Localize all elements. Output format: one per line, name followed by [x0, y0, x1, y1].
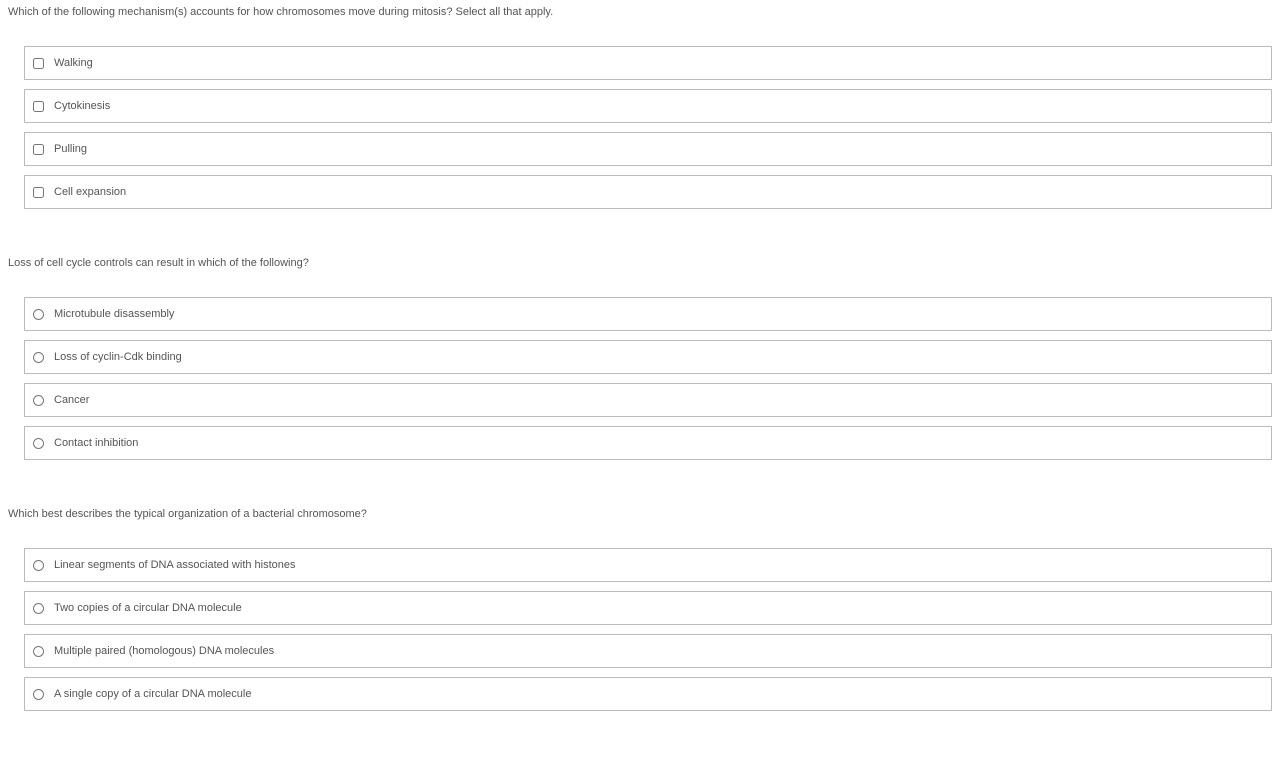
question-block-3: Which best describes the typical organiz… [6, 508, 1274, 711]
option-label: Cancer [54, 394, 89, 406]
question-block-2: Loss of cell cycle controls can result i… [6, 257, 1274, 460]
option-label: Contact inhibition [54, 437, 138, 449]
option-label: Walking [54, 57, 93, 69]
option-label: Cell expansion [54, 186, 126, 198]
option-label: Linear segments of DNA associated with h… [54, 559, 296, 571]
options-container: Linear segments of DNA associated with h… [6, 548, 1274, 711]
option-row[interactable]: Loss of cyclin-Cdk binding [24, 340, 1272, 374]
option-row[interactable]: Pulling [24, 132, 1272, 166]
options-container: Microtubule disassembly Loss of cyclin-C… [6, 297, 1274, 460]
option-label: Multiple paired (homologous) DNA molecul… [54, 645, 274, 657]
checkbox-input[interactable] [33, 101, 44, 112]
checkbox-input[interactable] [33, 144, 44, 155]
option-row[interactable]: Microtubule disassembly [24, 297, 1272, 331]
option-label: Loss of cyclin-Cdk binding [54, 351, 182, 363]
radio-input[interactable] [33, 438, 44, 449]
checkbox-input[interactable] [33, 187, 44, 198]
radio-input[interactable] [33, 646, 44, 657]
radio-input[interactable] [33, 395, 44, 406]
option-row[interactable]: A single copy of a circular DNA molecule [24, 677, 1272, 711]
option-row[interactable]: Cell expansion [24, 175, 1272, 209]
option-row[interactable]: Walking [24, 46, 1272, 80]
option-row[interactable]: Contact inhibition [24, 426, 1272, 460]
options-container: Walking Cytokinesis Pulling Cell expansi… [6, 46, 1274, 209]
option-label: Two copies of a circular DNA molecule [54, 602, 242, 614]
question-prompt: Which of the following mechanism(s) acco… [6, 6, 1274, 18]
radio-input[interactable] [33, 689, 44, 700]
option-label: Pulling [54, 143, 87, 155]
radio-input[interactable] [33, 560, 44, 571]
question-prompt: Which best describes the typical organiz… [6, 508, 1274, 520]
checkbox-input[interactable] [33, 58, 44, 69]
question-prompt: Loss of cell cycle controls can result i… [6, 257, 1274, 269]
radio-input[interactable] [33, 603, 44, 614]
option-row[interactable]: Cytokinesis [24, 89, 1272, 123]
radio-input[interactable] [33, 352, 44, 363]
radio-input[interactable] [33, 309, 44, 320]
option-row[interactable]: Cancer [24, 383, 1272, 417]
option-row[interactable]: Multiple paired (homologous) DNA molecul… [24, 634, 1272, 668]
option-label: A single copy of a circular DNA molecule [54, 688, 251, 700]
question-block-1: Which of the following mechanism(s) acco… [6, 6, 1274, 209]
option-label: Cytokinesis [54, 100, 110, 112]
option-label: Microtubule disassembly [54, 308, 174, 320]
option-row[interactable]: Two copies of a circular DNA molecule [24, 591, 1272, 625]
option-row[interactable]: Linear segments of DNA associated with h… [24, 548, 1272, 582]
